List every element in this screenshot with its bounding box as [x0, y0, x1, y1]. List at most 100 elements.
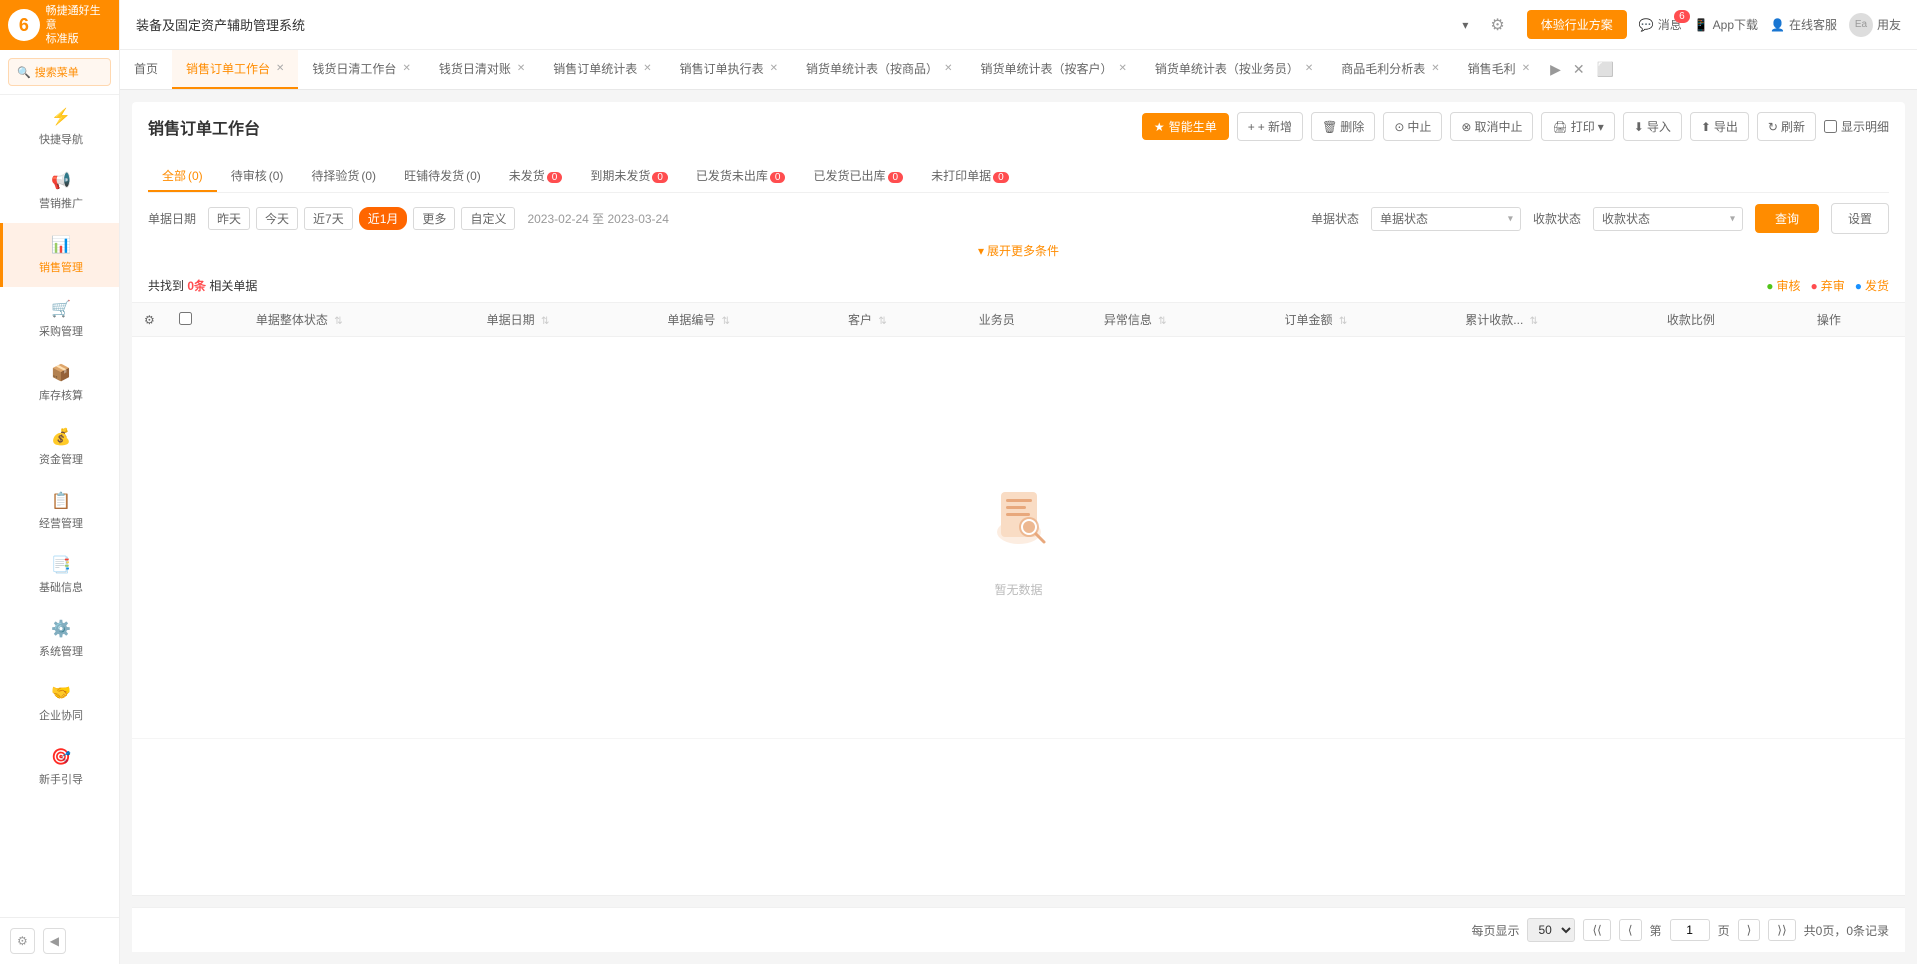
select-all-checkbox[interactable]: [179, 312, 192, 325]
search-menu-button[interactable]: 🔍 搜索菜单: [8, 58, 111, 86]
tab-scroll-right-button[interactable]: ▶: [1544, 53, 1567, 86]
smart-generate-button[interactable]: ★ 智能生单: [1142, 113, 1229, 140]
tab-close-all-button[interactable]: ✕: [1567, 53, 1591, 86]
user-menu[interactable]: Ea 用友: [1849, 13, 1901, 37]
th-status[interactable]: 单据整体状态 ⇅: [244, 303, 475, 337]
tab-close-sales-order[interactable]: ✕: [276, 63, 284, 74]
tab-close-summary-prod[interactable]: ✕: [944, 63, 952, 74]
table-scroll-area[interactable]: ⚙ 单据整体状态 ⇅ 单据日期 ⇅ 单据编号: [132, 303, 1905, 895]
cancel-audit-action-btn[interactable]: ● 弃审: [1810, 277, 1844, 294]
export-button[interactable]: ⬆ 导出: [1690, 112, 1749, 141]
print-icon: 🖨: [1552, 120, 1567, 134]
th-salesperson[interactable]: 业务员: [967, 303, 1092, 337]
delete-button[interactable]: 🗑 删除: [1311, 112, 1375, 141]
date-today-btn[interactable]: 今天: [256, 207, 298, 230]
sidebar-item-purchase[interactable]: 🛒 采购管理: [0, 287, 119, 351]
cancel-stop-button[interactable]: ⊗ 取消中止: [1450, 112, 1533, 141]
stop-button[interactable]: ⊙ 中止: [1383, 112, 1442, 141]
page-input[interactable]: [1670, 919, 1710, 941]
filter-tab-pending-audit[interactable]: 待审核(0): [217, 161, 298, 192]
print-button[interactable]: 🖨 打印 ▾: [1541, 112, 1614, 141]
tab-cash-reconcile[interactable]: 钱货日清对账 ✕: [425, 50, 539, 89]
payment-status-select[interactable]: 收款状态: [1593, 207, 1743, 231]
date-yesterday-btn[interactable]: 昨天: [208, 207, 250, 230]
system-dropdown[interactable]: ▾: [1462, 18, 1468, 32]
tab-sales-profit[interactable]: 销售毛利 ✕: [1454, 50, 1544, 89]
deliver-action-btn[interactable]: ● 发货: [1855, 277, 1889, 294]
sidebar-item-operations[interactable]: 📋 经营管理: [0, 479, 119, 543]
tab-close-sales-profit[interactable]: ✕: [1522, 63, 1530, 74]
sidebar-item-inventory[interactable]: 📦 库存核算: [0, 351, 119, 415]
tab-sales-stat[interactable]: 销售订单统计表 ✕: [539, 50, 665, 89]
sidebar-item-enterprise[interactable]: 🤝 企业协同: [0, 671, 119, 735]
filter-tab-delivered-not-out[interactable]: 已发货未出库0: [682, 161, 800, 192]
th-customer[interactable]: 客户 ⇅: [836, 303, 967, 337]
sidebar-item-marketing[interactable]: 📢 营销推广: [0, 159, 119, 223]
app-download-button[interactable]: 📱 App下载: [1694, 16, 1758, 33]
date-custom-btn[interactable]: 自定义: [461, 207, 515, 230]
tab-product-margin[interactable]: 商品毛利分析表 ✕: [1327, 50, 1453, 89]
th-settings[interactable]: ⚙: [132, 303, 167, 337]
show-detail-checkbox[interactable]: [1824, 120, 1837, 133]
th-number[interactable]: 单据编号 ⇅: [655, 303, 836, 337]
tab-home[interactable]: 首页: [120, 50, 172, 89]
setting-button[interactable]: 设置: [1831, 203, 1889, 234]
th-collected[interactable]: 累计收款... ⇅: [1453, 303, 1655, 337]
add-button[interactable]: + + 新增: [1237, 112, 1303, 141]
tab-close-summary-emp[interactable]: ✕: [1305, 63, 1313, 74]
sort-customer-icon: ⇅: [878, 316, 886, 327]
sidebar-item-basic-info[interactable]: 📑 基础信息: [0, 543, 119, 607]
tab-close-sales-exec[interactable]: ✕: [770, 63, 778, 74]
tab-sales-exec[interactable]: 销售订单执行表 ✕: [666, 50, 792, 89]
filter-tab-pending-inspect[interactable]: 待择验货(0): [297, 161, 390, 192]
show-detail-checkbox-label[interactable]: 显示明细: [1824, 118, 1889, 135]
tab-close-product-margin[interactable]: ✕: [1431, 63, 1439, 74]
tab-close-cash-reconcile[interactable]: ✕: [517, 63, 525, 74]
th-date[interactable]: 单据日期 ⇅: [475, 303, 656, 337]
th-exception[interactable]: 异常信息 ⇅: [1092, 303, 1273, 337]
tab-cash-daily[interactable]: 钱货日清工作台 ✕: [298, 50, 424, 89]
industry-solution-button[interactable]: 体验行业方案: [1527, 10, 1627, 39]
filter-tab-not-delivered[interactable]: 未发货0: [495, 161, 577, 192]
query-button[interactable]: 查询: [1755, 204, 1819, 233]
date-more-btn[interactable]: 更多: [413, 207, 455, 230]
page-prev-button[interactable]: ⟨: [1619, 919, 1642, 941]
message-button[interactable]: 💬 消息 6: [1639, 16, 1682, 33]
import-button[interactable]: ⬇ 导入: [1623, 112, 1682, 141]
per-page-select[interactable]: 50: [1527, 918, 1575, 942]
th-amount[interactable]: 订单金额 ⇅: [1273, 303, 1454, 337]
gear-settings-button[interactable]: ⚙: [1480, 10, 1514, 40]
sidebar-item-sales[interactable]: 📊 销售管理: [0, 223, 119, 287]
date-7days-btn[interactable]: 近7天: [304, 207, 353, 230]
tab-sales-order[interactable]: 销售订单工作台 ✕: [172, 50, 298, 89]
tab-close-cash-daily[interactable]: ✕: [402, 63, 410, 74]
tab-close-summary-cust[interactable]: ✕: [1118, 63, 1126, 74]
tab-sales-summary-cust[interactable]: 销货单统计表（按客户） ✕: [966, 50, 1140, 89]
date-1month-btn[interactable]: 近1月: [359, 207, 408, 230]
filter-tab-all[interactable]: 全部(0): [148, 161, 217, 192]
sidebar-item-system[interactable]: ⚙️ 系统管理: [0, 607, 119, 671]
refresh-button[interactable]: ↻ 刷新: [1757, 112, 1816, 141]
filter-tab-overdue-deliver[interactable]: 到期未发货0: [576, 161, 682, 192]
horizontal-scrollbar[interactable]: [132, 895, 1905, 907]
filter-tab-delivered-out[interactable]: 已发货已出库0: [799, 161, 917, 192]
sidebar-item-finance[interactable]: 💰 资金管理: [0, 415, 119, 479]
page-next-button[interactable]: ⟩: [1738, 919, 1761, 941]
sidebar-item-quick-nav[interactable]: ⚡ 快捷导航: [0, 95, 119, 159]
tab-expand-button[interactable]: ⬜: [1591, 53, 1620, 86]
page-first-button[interactable]: ⟨⟨: [1583, 919, 1610, 941]
tab-sales-summary-emp[interactable]: 销货单统计表（按业务员） ✕: [1141, 50, 1327, 89]
tab-sales-summary-prod[interactable]: 销货单统计表（按商品） ✕: [792, 50, 966, 89]
tab-close-sales-stat[interactable]: ✕: [643, 63, 651, 74]
sidebar-item-guide[interactable]: 🎯 新手引导: [0, 735, 119, 799]
sidebar-collapse-button[interactable]: ◀: [43, 928, 66, 954]
order-status-select[interactable]: 单据状态: [1371, 207, 1521, 231]
th-checkbox-all[interactable]: [167, 303, 244, 337]
sidebar-settings-button[interactable]: ⚙: [10, 928, 35, 954]
online-service-button[interactable]: 👤 在线客服: [1770, 16, 1837, 33]
filter-tab-wangpu-deliver[interactable]: 旺铺待发货(0): [390, 161, 495, 192]
page-last-button[interactable]: ⟩⟩: [1768, 919, 1795, 941]
filter-tab-not-printed[interactable]: 未打印单据0: [917, 161, 1023, 192]
audit-action-btn[interactable]: ● 审核: [1766, 277, 1800, 294]
expand-more-conditions-btn[interactable]: ▾ 展开更多条件: [978, 242, 1059, 259]
